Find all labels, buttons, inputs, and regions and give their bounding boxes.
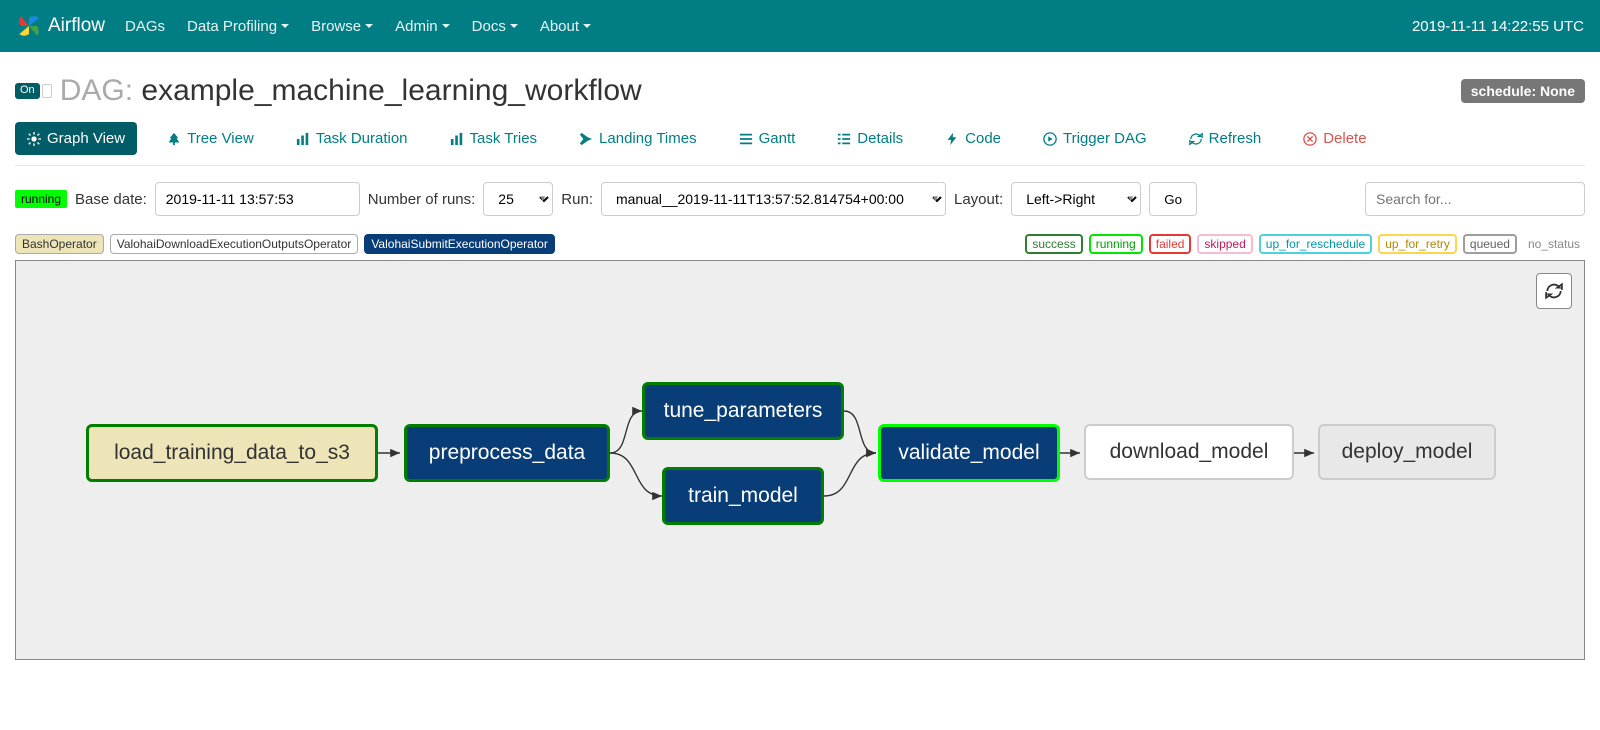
nav-about[interactable]: About — [540, 18, 591, 35]
nav-dags[interactable]: DAGs — [125, 18, 165, 35]
legend-bash-operator[interactable]: BashOperator — [15, 234, 104, 254]
brand-text: Airflow — [48, 15, 105, 37]
plane-icon — [579, 132, 593, 146]
nav-docs[interactable]: Docs — [472, 18, 518, 35]
running-badge: running — [15, 190, 67, 208]
base-date-label: Base date: — [75, 191, 147, 208]
task-node-tune[interactable]: tune_parameters — [642, 382, 844, 440]
dag-name: example_machine_learning_workflow — [141, 74, 641, 107]
tab-gantt[interactable]: Gantt — [727, 122, 808, 155]
tab-delete[interactable]: Delete — [1291, 122, 1378, 155]
list-icon — [739, 132, 753, 146]
tab-code[interactable]: Code — [933, 122, 1013, 155]
task-node-train[interactable]: train_model — [662, 467, 824, 525]
chevron-down-icon — [281, 24, 289, 28]
legend-no-status[interactable]: no_status — [1523, 236, 1585, 252]
layout-label: Layout: — [954, 191, 1003, 208]
bar-chart-icon — [296, 132, 310, 146]
tab-refresh[interactable]: Refresh — [1177, 122, 1274, 155]
tab-tree-view[interactable]: Tree View — [155, 122, 266, 155]
nav-data-profiling[interactable]: Data Profiling — [187, 18, 289, 35]
legend-running[interactable]: running — [1089, 234, 1143, 254]
chevron-down-icon — [510, 24, 518, 28]
bar-chart-icon — [450, 132, 464, 146]
refresh-icon — [1545, 282, 1563, 300]
run-select[interactable]: manual__2019-11-11T13:57:52.814754+00:00 — [601, 182, 946, 216]
search-input[interactable] — [1365, 182, 1585, 216]
brand[interactable]: Airflow — [16, 13, 105, 39]
go-button[interactable]: Go — [1149, 182, 1197, 216]
tree-icon — [167, 132, 181, 146]
legend-submit-operator[interactable]: ValohaiSubmitExecutionOperator — [364, 234, 555, 254]
nav-admin[interactable]: Admin — [395, 18, 450, 35]
tab-trigger-dag[interactable]: Trigger DAG — [1031, 122, 1159, 155]
base-date-input[interactable] — [155, 182, 360, 216]
tab-graph-view[interactable]: Graph View — [15, 122, 137, 155]
tab-row: Graph View Tree View Task Duration Task … — [15, 122, 1585, 166]
chevron-down-icon — [442, 24, 450, 28]
toggle-knob[interactable] — [42, 84, 52, 98]
nruns-label: Number of runs: — [368, 191, 476, 208]
layout-select[interactable]: Left->Right — [1011, 182, 1141, 216]
chevron-down-icon — [583, 24, 591, 28]
legend-row: BashOperator ValohaiDownloadExecutionOut… — [15, 234, 1585, 254]
run-label: Run: — [561, 191, 593, 208]
schedule-badge: schedule: None — [1461, 79, 1585, 103]
play-circle-icon — [1043, 132, 1057, 146]
tab-details[interactable]: Details — [825, 122, 915, 155]
nav-browse[interactable]: Browse — [311, 18, 373, 35]
navbar: Airflow DAGs Data Profiling Browse Admin… — [0, 0, 1600, 52]
chevron-down-icon — [365, 24, 373, 28]
task-node-deploy[interactable]: deploy_model — [1318, 424, 1496, 480]
task-node-download[interactable]: download_model — [1084, 424, 1294, 480]
sun-icon — [27, 132, 41, 146]
legend-up-for-reschedule[interactable]: up_for_reschedule — [1259, 234, 1372, 254]
legend-skipped[interactable]: skipped — [1197, 234, 1252, 254]
task-node-validate[interactable]: validate_model — [878, 424, 1060, 482]
graph-refresh-button[interactable] — [1536, 273, 1572, 309]
graph-canvas[interactable]: load_training_data_to_s3 preprocess_data… — [15, 260, 1585, 660]
clock: 2019-11-11 14:22:55 UTC — [1412, 18, 1584, 35]
page-title: DAG: example_machine_learning_workflow — [60, 74, 642, 108]
title-row: On DAG: example_machine_learning_workflo… — [15, 74, 1585, 108]
tab-landing-times[interactable]: Landing Times — [567, 122, 709, 155]
legend-up-for-retry[interactable]: up_for_retry — [1378, 234, 1457, 254]
task-node-load[interactable]: load_training_data_to_s3 — [86, 424, 378, 482]
task-node-preprocess[interactable]: preprocess_data — [404, 424, 610, 482]
refresh-icon — [1189, 132, 1203, 146]
dag-on-toggle[interactable]: On — [15, 83, 40, 99]
pinwheel-icon — [16, 13, 42, 39]
tab-task-duration[interactable]: Task Duration — [284, 122, 420, 155]
dag-prefix: DAG: — [60, 74, 133, 107]
bolt-icon — [945, 132, 959, 146]
tab-task-tries[interactable]: Task Tries — [438, 122, 550, 155]
delete-icon — [1303, 132, 1317, 146]
filter-row: running Base date: Number of runs: 25 Ru… — [15, 182, 1585, 216]
list-icon — [837, 132, 851, 146]
legend-queued[interactable]: queued — [1463, 234, 1517, 254]
legend-download-operator[interactable]: ValohaiDownloadExecutionOutputsOperator — [110, 234, 359, 254]
legend-success[interactable]: success — [1025, 234, 1082, 254]
nruns-select[interactable]: 25 — [483, 182, 553, 216]
legend-failed[interactable]: failed — [1149, 234, 1192, 254]
